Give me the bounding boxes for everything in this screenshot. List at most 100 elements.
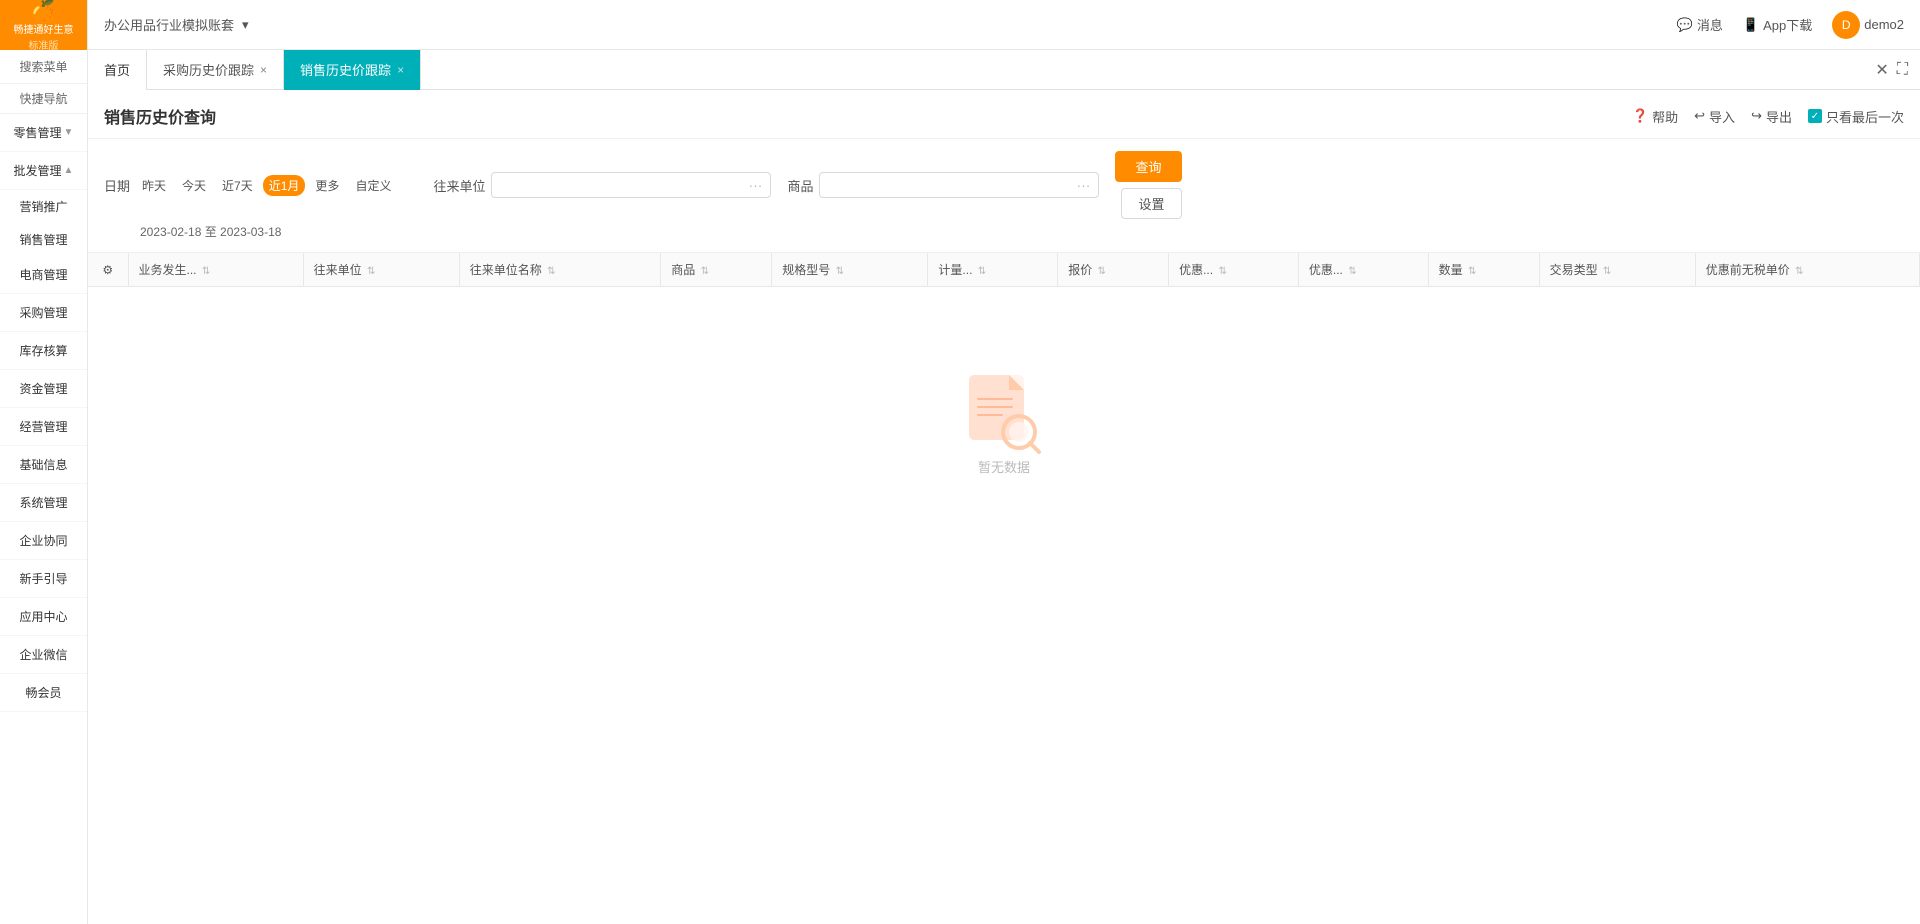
sort-icon-pretax-price: ⇅ xyxy=(1795,266,1803,277)
data-table: ⚙ 业务发生... ⇅ 往来单位 ⇅ 往来单位名称 xyxy=(88,253,1920,287)
action-area: 查询 设置 xyxy=(1115,151,1181,219)
col-biz-date[interactable]: 业务发生... ⇅ xyxy=(128,253,303,287)
sidebar-item-appcenter[interactable]: 应用中心 xyxy=(0,598,87,636)
sidebar-item-marketing[interactable]: 营销推广 xyxy=(0,190,87,223)
import-btn[interactable]: ↩ 导入 xyxy=(1694,107,1735,126)
export-btn[interactable]: ↪ 导出 xyxy=(1751,107,1792,126)
message-btn[interactable]: 💬 消息 xyxy=(1677,15,1723,34)
date-btn-yesterday[interactable]: 昨天 xyxy=(136,175,172,196)
date-btn-custom[interactable]: 自定义 xyxy=(349,175,397,196)
maximize-icon[interactable]: ⛶ xyxy=(1897,61,1908,79)
logo-icon: 🍊 xyxy=(30,0,57,25)
goods-dots-icon: ··· xyxy=(1076,177,1090,193)
sidebar-item-search[interactable]: 搜索菜单 xyxy=(0,50,87,84)
col-discount1[interactable]: 优惠... ⇅ xyxy=(1169,253,1299,287)
goods-label: 商品 xyxy=(787,176,813,195)
import-label: 导入 xyxy=(1709,107,1735,126)
close-tab-purchase-icon[interactable]: × xyxy=(260,63,267,77)
col-counterpart-name-label: 往来单位名称 xyxy=(470,263,542,277)
col-discount1-label: 优惠... xyxy=(1179,263,1213,277)
col-discount2[interactable]: 优惠... ⇅ xyxy=(1298,253,1428,287)
sidebar-item-ecommerce[interactable]: 电商管理 xyxy=(0,256,87,294)
counterpart-input[interactable]: ··· xyxy=(491,172,771,198)
col-pretax-price[interactable]: 优惠前无税单价 ⇅ xyxy=(1695,253,1919,287)
sidebar-item-system[interactable]: 系统管理 xyxy=(0,484,87,522)
date-btn-today[interactable]: 今天 xyxy=(176,175,212,196)
sidebar-item-purchase[interactable]: 采购管理 xyxy=(0,294,87,332)
sidebar-item-inventory[interactable]: 库存核算 xyxy=(0,332,87,370)
col-counterpart-code-label: 往来单位 xyxy=(314,263,362,277)
col-goods[interactable]: 商品 ⇅ xyxy=(661,253,772,287)
sidebar-item-wholesale[interactable]: 批发管理 ▲ xyxy=(0,152,87,190)
help-icon: ❓ xyxy=(1632,108,1648,124)
sidebar-item-sales-mgmt[interactable]: 销售管理 xyxy=(0,223,87,256)
tab-sales-label: 销售历史价跟踪 xyxy=(300,60,391,79)
col-unit[interactable]: 计量... ⇅ xyxy=(928,253,1058,287)
app-download-btn[interactable]: 📱 App下载 xyxy=(1743,15,1812,34)
col-spec[interactable]: 规格型号 ⇅ xyxy=(772,253,928,287)
col-counterpart-name[interactable]: 往来单位名称 ⇅ xyxy=(459,253,661,287)
tab-purchase-history[interactable]: 采购历史价跟踪 × xyxy=(147,50,284,90)
quicknav-label: 快捷导航 xyxy=(6,90,81,107)
workspace-selector[interactable]: 办公用品行业模拟账套 ▾ xyxy=(104,15,249,34)
view-last-checkbox[interactable]: ✓ 只看最后一次 xyxy=(1808,107,1904,126)
chevron-down-icon: ▼ xyxy=(64,127,74,138)
close-all-tabs-icon[interactable]: ✕ xyxy=(1875,60,1888,80)
empty-svg-icon xyxy=(954,367,1054,457)
col-quantity[interactable]: 数量 ⇅ xyxy=(1428,253,1539,287)
inventory-label: 库存核算 xyxy=(19,342,67,359)
help-label: 帮助 xyxy=(1652,107,1678,126)
sort-icon-price: ⇅ xyxy=(1098,266,1106,277)
tab-home[interactable]: 首页 xyxy=(88,50,147,90)
sort-icon-trade-type: ⇅ xyxy=(1603,266,1611,277)
sidebar-item-retail[interactable]: 零售管理 ▼ xyxy=(0,114,87,152)
sidebar-item-newbie[interactable]: 新手引导 xyxy=(0,560,87,598)
sort-icon-discount1: ⇅ xyxy=(1218,266,1226,277)
top-header: 办公用品行业模拟账套 ▾ 💬 消息 📱 App下载 D demo2 xyxy=(88,0,1920,50)
help-btn[interactable]: ❓ 帮助 xyxy=(1632,107,1678,126)
settings-button[interactable]: 设置 xyxy=(1121,188,1181,219)
sort-icon-quantity: ⇅ xyxy=(1468,266,1476,277)
counterpart-label: 往来单位 xyxy=(433,176,485,195)
sidebar-item-enterprise[interactable]: 企业协同 xyxy=(0,522,87,560)
sidebar-item-basic[interactable]: 基础信息 xyxy=(0,446,87,484)
message-icon: 💬 xyxy=(1677,17,1693,33)
sidebar-item-vip[interactable]: 畅会员 xyxy=(0,674,87,712)
filter-row-top: 日期 昨天 今天 近7天 近1月 更多 自定义 往来单位 xyxy=(104,151,1904,219)
sidebar-item-finance[interactable]: 资金管理 xyxy=(0,370,87,408)
goods-filter-group: 商品 ··· xyxy=(787,172,1099,198)
settings-icon: ⚙ xyxy=(102,263,113,277)
user-menu[interactable]: D demo2 xyxy=(1832,11,1904,39)
checkbox-icon: ✓ xyxy=(1808,109,1822,123)
date-range-display: 2023-02-18 至 2023-03-18 xyxy=(136,223,1904,240)
date-btn-more[interactable]: 更多 xyxy=(309,175,345,196)
workspace-dropdown-icon: ▾ xyxy=(242,17,249,33)
app-download-label: App下载 xyxy=(1763,15,1812,34)
goods-input[interactable]: ··· xyxy=(819,172,1099,198)
query-button[interactable]: 查询 xyxy=(1115,151,1181,182)
avatar: D xyxy=(1832,11,1860,39)
date-btn-1month[interactable]: 近1月 xyxy=(263,175,306,196)
date-btn-7days[interactable]: 近7天 xyxy=(216,175,259,196)
tab-sales-history[interactable]: 销售历史价跟踪 × xyxy=(284,50,421,90)
page-inner: 销售历史价查询 ❓ 帮助 ↩ 导入 ↪ 导出 ✓ xyxy=(88,90,1920,924)
col-trade-type[interactable]: 交易类型 ⇅ xyxy=(1539,253,1695,287)
wholesale-label: 批发管理 xyxy=(14,162,62,179)
basic-label: 基础信息 xyxy=(19,456,67,473)
close-tab-sales-icon[interactable]: × xyxy=(397,63,404,77)
col-discount2-label: 优惠... xyxy=(1309,263,1343,277)
empty-text: 暂无数据 xyxy=(978,457,1030,476)
table-header-row: ⚙ 业务发生... ⇅ 往来单位 ⇅ 往来单位名称 xyxy=(88,253,1920,287)
col-settings[interactable]: ⚙ xyxy=(88,253,128,287)
date-label: 日期 xyxy=(104,176,130,195)
col-counterpart-code[interactable]: 往来单位 ⇅ xyxy=(303,253,459,287)
sidebar-item-quicknav[interactable]: 快捷导航 xyxy=(0,84,87,114)
page-title-actions: ❓ 帮助 ↩ 导入 ↪ 导出 ✓ 只看最后一次 xyxy=(1632,107,1904,126)
sidebar-item-operations[interactable]: 经营管理 xyxy=(0,408,87,446)
header-right: 💬 消息 📱 App下载 D demo2 xyxy=(1677,11,1904,39)
newbie-label: 新手引导 xyxy=(19,570,67,587)
sidebar-item-wechat[interactable]: 企业微信 xyxy=(0,636,87,674)
appcenter-label: 应用中心 xyxy=(19,608,67,625)
export-icon: ↪ xyxy=(1751,108,1762,124)
col-price[interactable]: 报价 ⇅ xyxy=(1058,253,1169,287)
